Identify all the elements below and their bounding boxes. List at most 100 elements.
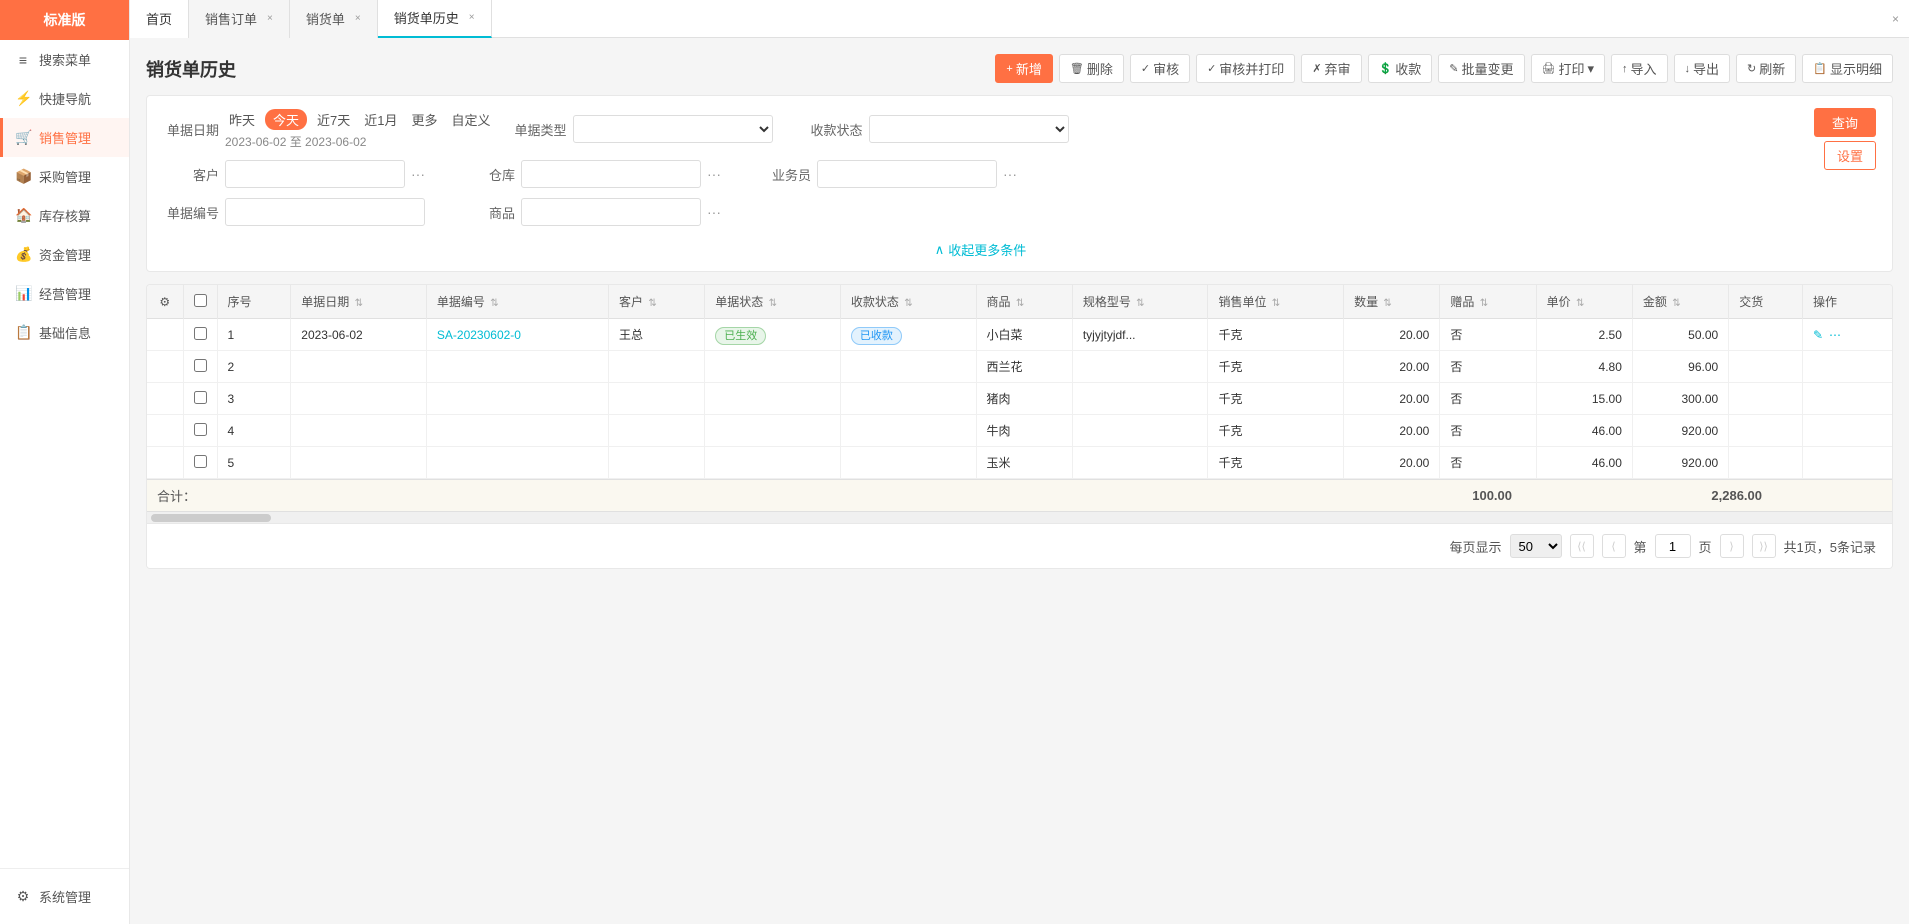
page-next-button[interactable]: ⟩ xyxy=(1720,534,1744,558)
docno-link[interactable]: SA-20230602-0 xyxy=(437,328,521,342)
row-docno[interactable] xyxy=(426,383,608,415)
print-button[interactable]: 🖨 打印 ▾ xyxy=(1531,54,1606,83)
row-docno[interactable]: SA-20230602-0 xyxy=(426,319,608,351)
row-docno[interactable] xyxy=(426,415,608,447)
filter-warehouse-dots[interactable]: ··· xyxy=(707,166,721,182)
audit-button[interactable]: ✓ 审核 xyxy=(1130,54,1190,83)
filter-goods-input[interactable] xyxy=(521,198,701,226)
row-action[interactable] xyxy=(1802,383,1892,415)
sidebar-item-finance-mgmt[interactable]: 💰 资金管理 xyxy=(0,235,129,274)
sidebar-item-basic-info[interactable]: 📋 基础信息 xyxy=(0,313,129,352)
audit-print-button[interactable]: ✓ 审核并打印 xyxy=(1196,54,1295,83)
sidebar-item-operations-mgmt[interactable]: 📊 经营管理 xyxy=(0,274,129,313)
th-check[interactable] xyxy=(183,285,217,319)
tab-sales-history[interactable]: 销货单历史 × xyxy=(378,0,492,38)
sidebar-item-quick-nav[interactable]: ⚡ 快捷导航 xyxy=(0,79,129,118)
th-gear[interactable]: ⚙ xyxy=(147,285,183,319)
row-checkbox[interactable] xyxy=(194,391,207,404)
import-button[interactable]: ↑ 导入 xyxy=(1611,54,1668,83)
refresh-label: 刷新 xyxy=(1759,59,1785,78)
row-check[interactable] xyxy=(183,383,217,415)
row-action[interactable]: ✎⋯ xyxy=(1802,319,1892,351)
tab-home[interactable]: 首页 xyxy=(130,0,189,38)
tab-sales-order-close[interactable]: × xyxy=(267,13,273,24)
per-page-select[interactable]: 50 100 xyxy=(1510,534,1562,558)
tab-bar-end[interactable]: × xyxy=(1892,12,1909,26)
th-price[interactable]: 单价 ⇅ xyxy=(1536,285,1632,319)
filter-docno-input[interactable] xyxy=(225,198,425,226)
select-all-checkbox[interactable] xyxy=(194,294,207,307)
row-spec xyxy=(1072,351,1208,383)
shortcut-more[interactable]: 更多 xyxy=(408,108,442,131)
page-input[interactable] xyxy=(1655,534,1691,558)
row-check[interactable] xyxy=(183,447,217,479)
audit-label: 审核 xyxy=(1153,59,1179,78)
shortcut-last7days[interactable]: 近7天 xyxy=(313,108,354,131)
show-detail-button[interactable]: 📋 显示明细 xyxy=(1802,54,1893,83)
th-pay-status[interactable]: 收款状态 ⇅ xyxy=(840,285,976,319)
row-check[interactable] xyxy=(183,351,217,383)
edit-action[interactable]: ✎ xyxy=(1813,328,1823,342)
sidebar-item-inventory[interactable]: 🏠 库存核算 xyxy=(0,196,129,235)
filter-doc-type-select[interactable] xyxy=(573,115,773,143)
tab-sales-order-label: 销售订单 xyxy=(205,9,257,28)
row-action[interactable] xyxy=(1802,351,1892,383)
shortcut-last1month[interactable]: 近1月 xyxy=(360,108,401,131)
new-button[interactable]: + 新增 xyxy=(995,54,1052,83)
tab-sales-history-close[interactable]: × xyxy=(469,12,475,23)
horizontal-scrollbar[interactable] xyxy=(147,511,1892,523)
filter-warehouse-input[interactable] xyxy=(521,160,701,188)
page-prev-button[interactable]: ⟨ xyxy=(1602,534,1626,558)
export-button[interactable]: ↓ 导出 xyxy=(1674,54,1731,83)
filter-pay-status-select[interactable] xyxy=(869,115,1069,143)
th-docno[interactable]: 单据编号 ⇅ xyxy=(426,285,608,319)
sidebar-item-system-mgmt[interactable]: ⚙ 系统管理 xyxy=(0,877,129,916)
filter-salesperson-input[interactable] xyxy=(817,160,997,188)
filter-customer-input[interactable] xyxy=(225,160,405,188)
th-goods[interactable]: 商品 ⇅ xyxy=(976,285,1072,319)
row-checkbox[interactable] xyxy=(194,455,207,468)
tab-sales-goods-close[interactable]: × xyxy=(355,13,361,24)
scroll-thumb[interactable] xyxy=(151,514,271,522)
th-spec[interactable]: 规格型号 ⇅ xyxy=(1072,285,1208,319)
delete-button[interactable]: 🗑 删除 xyxy=(1059,54,1124,83)
row-checkbox[interactable] xyxy=(194,327,207,340)
th-customer[interactable]: 客户 ⇅ xyxy=(609,285,705,319)
page-last-button[interactable]: ⟩⟩ xyxy=(1752,534,1776,558)
batch-change-button[interactable]: ✎ 批量变更 xyxy=(1438,54,1524,83)
sidebar-item-purchase-mgmt[interactable]: 📦 采购管理 xyxy=(0,157,129,196)
shortcut-custom[interactable]: 自定义 xyxy=(448,108,495,131)
row-action[interactable] xyxy=(1802,447,1892,479)
row-checkbox[interactable] xyxy=(194,359,207,372)
query-button[interactable]: 查询 xyxy=(1814,108,1876,137)
row-action[interactable] xyxy=(1802,415,1892,447)
row-checkbox[interactable] xyxy=(194,423,207,436)
th-date[interactable]: 单据日期 ⇅ xyxy=(291,285,427,319)
refresh-button[interactable]: ↻ 刷新 xyxy=(1736,54,1796,83)
collect-button[interactable]: 💲 收款 xyxy=(1368,54,1433,83)
th-gift[interactable]: 赠品 ⇅ xyxy=(1440,285,1536,319)
filter-salesperson-dots[interactable]: ··· xyxy=(1003,166,1017,182)
th-qty[interactable]: 数量 ⇅ xyxy=(1344,285,1440,319)
row-docno[interactable] xyxy=(426,447,608,479)
setting-button[interactable]: 设置 xyxy=(1824,141,1876,170)
page-first-button[interactable]: ⟨⟨ xyxy=(1570,534,1594,558)
finance-mgmt-icon: 💰 xyxy=(15,246,31,263)
filter-customer-dots[interactable]: ··· xyxy=(411,166,425,182)
th-unit[interactable]: 销售单位 ⇅ xyxy=(1208,285,1344,319)
shortcut-yesterday[interactable]: 昨天 xyxy=(225,108,259,131)
tab-sales-goods[interactable]: 销货单 × xyxy=(290,0,378,38)
sidebar-item-sales-mgmt[interactable]: 🛒 销售管理 xyxy=(0,118,129,157)
more-action[interactable]: ⋯ xyxy=(1829,328,1841,342)
th-doc-status[interactable]: 单据状态 ⇅ xyxy=(705,285,841,319)
sidebar-item-search-menu[interactable]: ≡ 搜索菜单 xyxy=(0,40,129,79)
collapse-button[interactable]: ∧ 收起更多条件 xyxy=(163,236,1798,259)
abandon-button[interactable]: ✗ 弃审 xyxy=(1301,54,1361,83)
row-docno[interactable] xyxy=(426,351,608,383)
row-check[interactable] xyxy=(183,319,217,351)
shortcut-today[interactable]: 今天 xyxy=(265,109,307,130)
row-check[interactable] xyxy=(183,415,217,447)
tab-sales-order[interactable]: 销售订单 × xyxy=(189,0,290,38)
th-amount[interactable]: 金额 ⇅ xyxy=(1632,285,1728,319)
filter-goods-dots[interactable]: ··· xyxy=(707,204,721,220)
